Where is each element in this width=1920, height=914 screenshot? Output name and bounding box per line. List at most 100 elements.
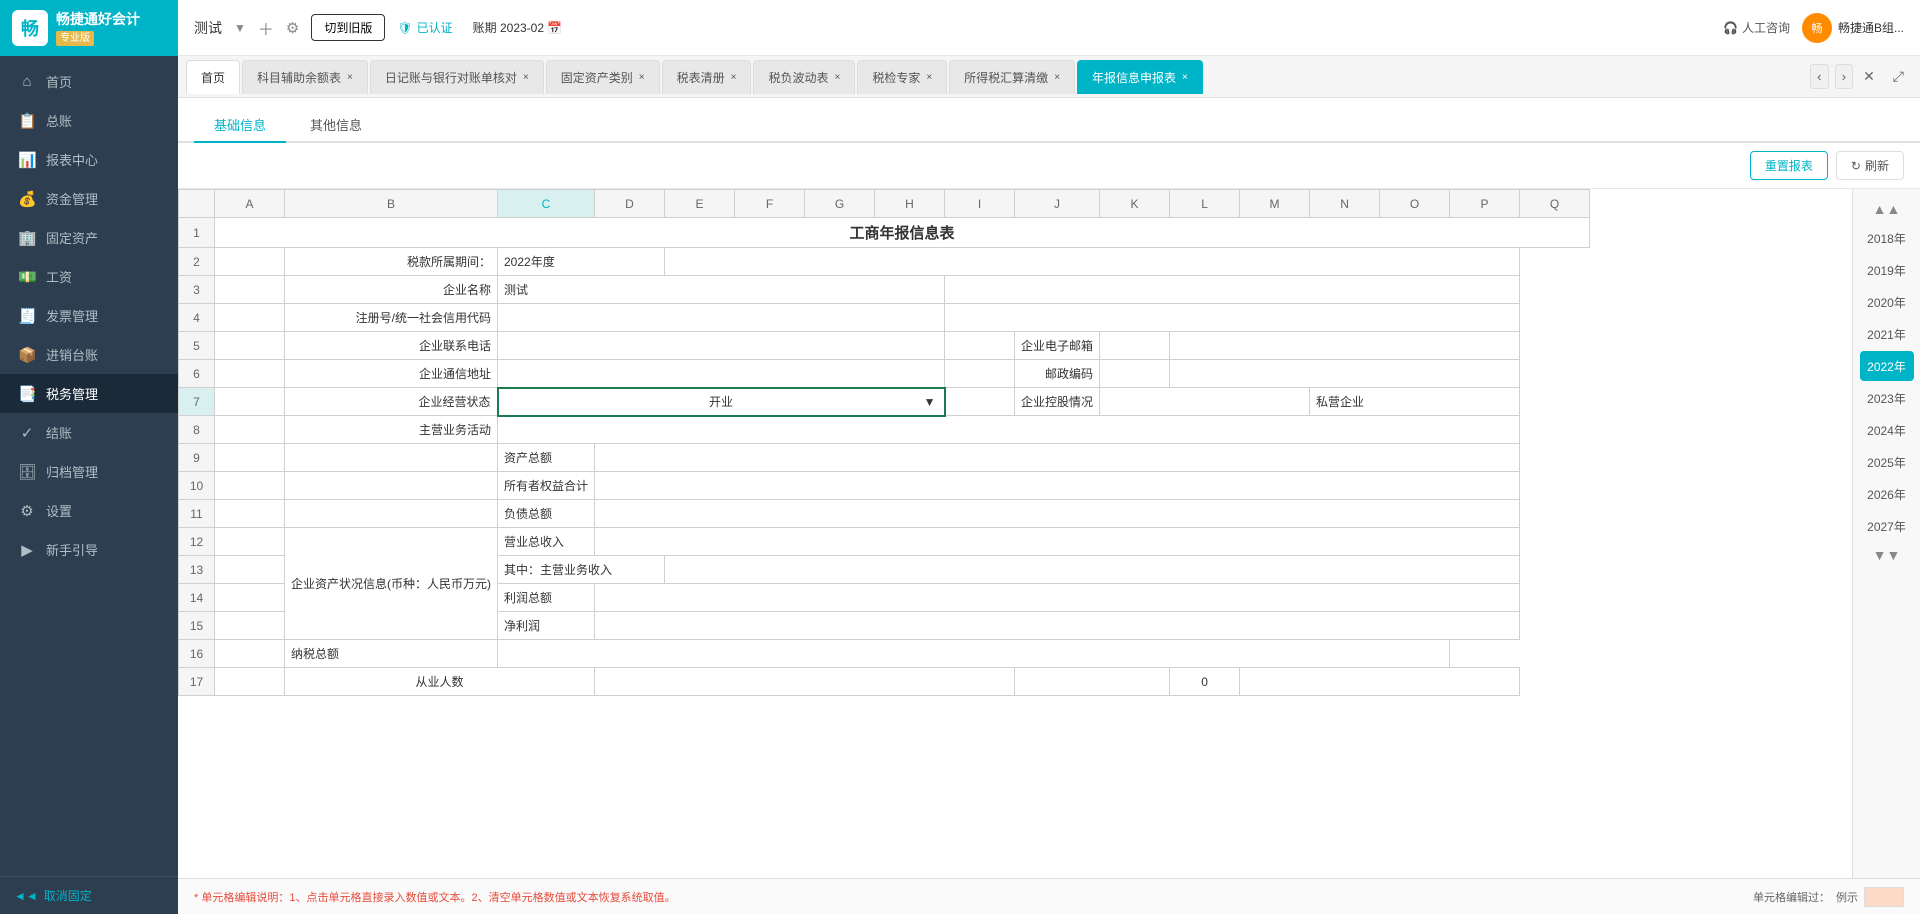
data-cell[interactable] [498,332,945,360]
data-cell[interactable]: 工商年报信息表 [215,218,1590,248]
tab-tax-return[interactable]: 税表清册× [662,60,752,94]
year-item[interactable]: 2025年 [1860,447,1914,477]
data-cell[interactable] [595,472,1520,500]
data-cell[interactable]: 2022年度 [498,248,665,276]
row-header-cell[interactable]: 3 [179,276,215,304]
topbar-dropdown-arrow[interactable]: ▼ [234,21,246,35]
data-cell[interactable] [498,304,945,332]
data-cell[interactable] [215,360,285,388]
data-cell[interactable]: 企业名称 [285,276,498,304]
tab-tax-check[interactable]: 税检专家× [857,60,947,94]
data-cell[interactable]: 测试 [498,276,945,304]
tab-close-aux-balance[interactable]: × [347,72,353,83]
col-header-N[interactable]: N [1310,190,1380,218]
sidebar-item-capital[interactable]: 💰 资金管理 [0,179,178,218]
data-cell[interactable] [665,556,1520,584]
customer-service-button[interactable]: 🎧 人工咨询 [1723,19,1790,36]
data-cell[interactable] [498,360,945,388]
row-header-cell[interactable]: 4 [179,304,215,332]
data-cell[interactable] [1240,668,1520,696]
data-cell[interactable] [215,500,285,528]
data-cell[interactable] [215,528,285,556]
row-header-cell[interactable]: 1 [179,218,215,248]
sidebar-item-tax[interactable]: 📑 税务管理 [0,374,178,413]
data-cell[interactable] [1015,668,1170,696]
data-cell[interactable] [1100,388,1310,416]
data-cell[interactable]: 私营企业 [1310,388,1520,416]
col-header-O[interactable]: O [1380,190,1450,218]
col-header-C[interactable]: C [498,190,595,218]
data-cell[interactable]: 所有者权益合计 [498,472,595,500]
tabbar-prev-button[interactable]: ‹ [1810,64,1828,89]
user-menu[interactable]: 畅 畅捷通B组... [1802,13,1904,43]
tab-home[interactable]: 首页 [186,60,240,94]
row-header-cell[interactable]: 15 [179,612,215,640]
tab-close-journal-bank[interactable]: × [523,72,529,83]
spreadsheet-container[interactable]: ABCDEFGHIJKLMNOPQ 1工商年报信息表2税款所属期间：2022年度… [178,189,1852,878]
data-cell[interactable]: 企业通信地址 [285,360,498,388]
data-cell[interactable] [215,472,285,500]
data-cell[interactable] [215,276,285,304]
row-header-cell[interactable]: 12 [179,528,215,556]
data-cell[interactable]: 企业资产状况信息(币种：人民币万元) [285,528,498,640]
year-panel-up-button[interactable]: ▲▲ [1869,197,1905,221]
sidebar-item-ledger[interactable]: 📋 总账 [0,101,178,140]
data-cell[interactable] [285,444,498,472]
data-cell[interactable] [595,668,1015,696]
sidebar-item-archive[interactable]: 🗄 归档管理 [0,452,178,491]
year-item[interactable]: 2021年 [1860,319,1914,349]
sidebar-item-guide[interactable]: ▶ 新手引导 [0,530,178,569]
tabbar-next-button[interactable]: › [1835,64,1853,89]
col-header-B[interactable]: B [285,190,498,218]
col-header-E[interactable]: E [665,190,735,218]
col-header-K[interactable]: K [1100,190,1170,218]
data-cell[interactable] [215,304,285,332]
col-header-L[interactable]: L [1170,190,1240,218]
data-cell[interactable]: 从业人数 [285,668,595,696]
tab-close-tax-return[interactable]: × [731,72,737,83]
row-header-cell[interactable]: 6 [179,360,215,388]
year-item[interactable]: 2023年 [1860,383,1914,413]
row-header-cell[interactable]: 14 [179,584,215,612]
data-cell[interactable] [215,584,285,612]
sidebar-item-salary[interactable]: 💵 工资 [0,257,178,296]
tab-close-fixed-asset-type[interactable]: × [639,72,645,83]
data-cell[interactable]: 主营业务活动 [285,416,498,444]
data-cell[interactable]: 0 [1170,668,1240,696]
data-cell[interactable] [945,304,1520,332]
col-header-G[interactable]: G [805,190,875,218]
col-header-H[interactable]: H [875,190,945,218]
data-cell[interactable]: 其中：主营业务收入 [498,556,665,584]
row-header-cell[interactable]: 17 [179,668,215,696]
tab-close-tax-burden[interactable]: × [834,72,840,83]
data-cell[interactable]: 营业总收入 [498,528,595,556]
year-item[interactable]: 2027年 [1860,511,1914,541]
year-item[interactable]: 2026年 [1860,479,1914,509]
row-header-cell[interactable]: 9 [179,444,215,472]
data-cell[interactable] [215,388,285,416]
data-cell[interactable] [595,584,1520,612]
tabbar-expand-button[interactable]: ⤢ [1885,64,1912,89]
data-cell[interactable] [498,416,1520,444]
tab-close-tax-calc[interactable]: × [1054,72,1060,83]
col-header-Q[interactable]: Q [1520,190,1590,218]
refresh-button[interactable]: ↻ 刷新 [1836,151,1904,180]
tab-tax-calc[interactable]: 所得税汇算清缴× [949,60,1075,94]
topbar-settings-icon[interactable]: ⚙ [286,19,299,37]
row-header-cell[interactable]: 8 [179,416,215,444]
reset-report-button[interactable]: 重置报表 [1750,151,1828,180]
tab-aux-balance[interactable]: 科目辅助余额表× [242,60,368,94]
sidebar-item-settle[interactable]: ✓ 结账 [0,413,178,452]
data-cell[interactable] [215,612,285,640]
data-cell[interactable] [1100,332,1170,360]
cancel-fixed-button[interactable]: ◄◄ 取消固定 [0,876,178,914]
year-panel-down-button[interactable]: ▼▼ [1869,543,1905,567]
row-header-cell[interactable]: 2 [179,248,215,276]
data-cell[interactable] [945,332,1015,360]
data-cell[interactable] [285,500,498,528]
data-cell[interactable]: 纳税总额 [285,640,498,668]
data-cell[interactable] [215,640,285,668]
row-header-cell[interactable]: 16 [179,640,215,668]
col-header-I[interactable]: I [945,190,1015,218]
switch-old-version-button[interactable]: 切到旧版 [311,14,385,41]
